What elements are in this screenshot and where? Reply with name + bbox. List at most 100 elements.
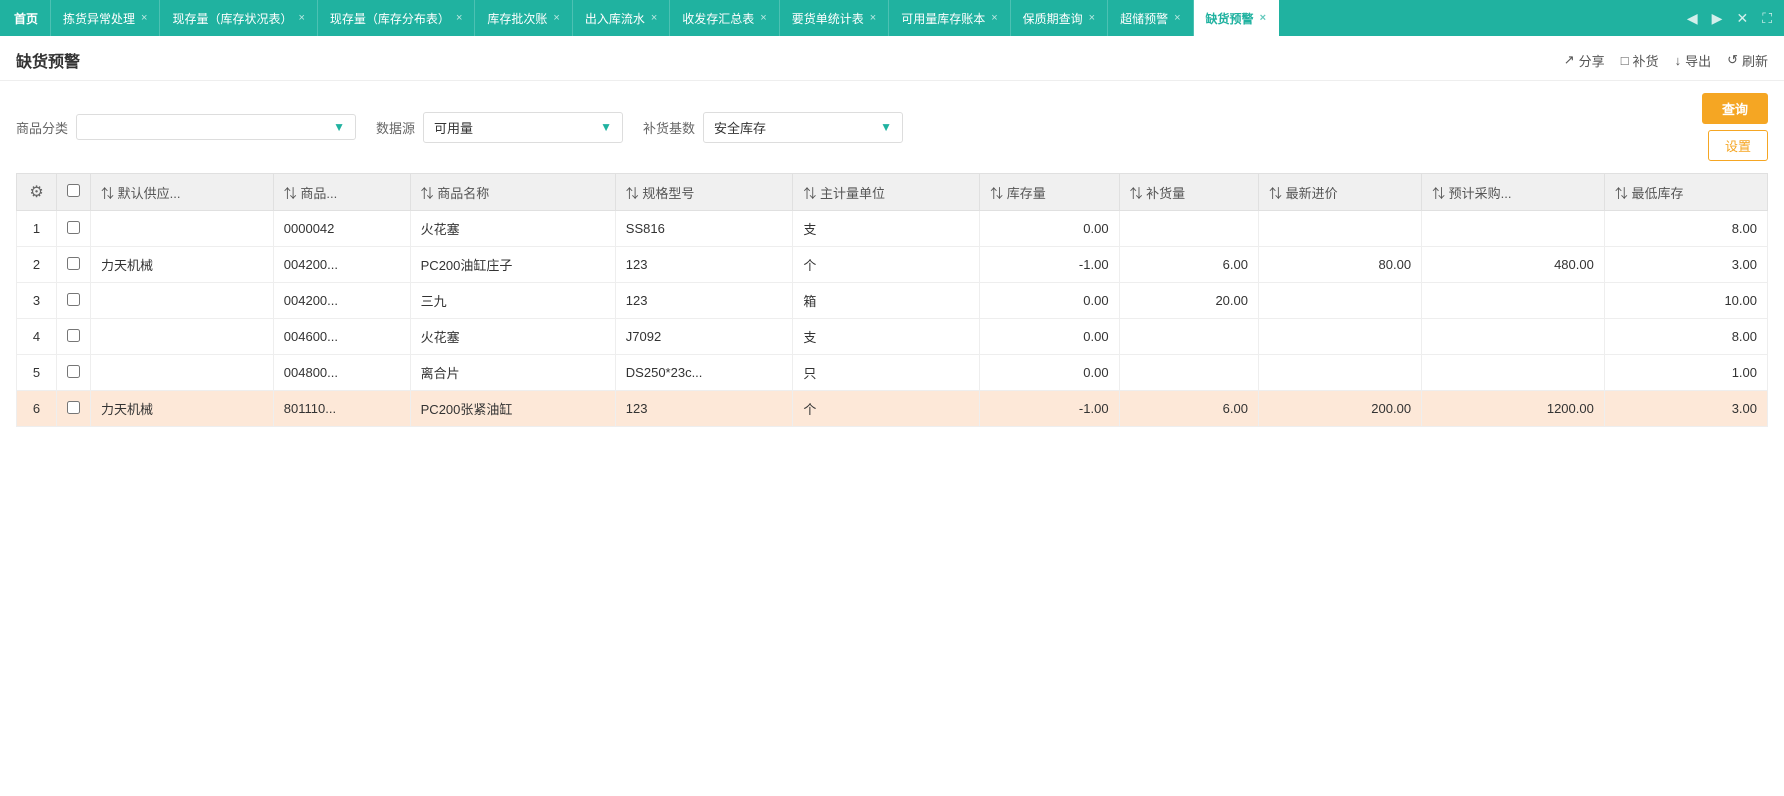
th-goods-name-label: ⇅ 商品名称 <box>421 186 490 201</box>
datasource-filter-group: 数据源 可用量 ▼ <box>376 112 623 143</box>
cell-goods-code-5: 004800... <box>273 355 410 391</box>
cell-spec-6: 123 <box>615 391 793 427</box>
table-row: 2 力天机械 004200... PC200油缸庄子 123 个 -1.00 6… <box>17 247 1768 283</box>
th-replenish: ⇅ 补货量 <box>1119 174 1258 211</box>
tab-close-collect[interactable]: × <box>760 12 766 24</box>
tab-close-expiry[interactable]: × <box>1089 12 1095 24</box>
row-num-4: 4 <box>17 319 57 355</box>
tab-collect[interactable]: 收发存汇总表 × <box>670 0 779 36</box>
row-checkbox-cell-6 <box>57 391 91 427</box>
th-est-purchase: ⇅ 预计采购... <box>1422 174 1605 211</box>
cell-goods-code-3: 004200... <box>273 283 410 319</box>
cell-min-stock-6: 3.00 <box>1604 391 1767 427</box>
row-checkbox-cell-2 <box>57 247 91 283</box>
column-settings-icon[interactable]: ⚙ <box>29 184 43 201</box>
tab-close-order-stat[interactable]: × <box>870 12 876 24</box>
cell-replenish-2: 6.00 <box>1119 247 1258 283</box>
tab-expiry[interactable]: 保质期查询 × <box>1011 0 1108 36</box>
tab-shortage[interactable]: 缺货预警 × <box>1194 0 1279 36</box>
cell-unit-3: 箱 <box>793 283 980 319</box>
share-icon: ↗ <box>1564 52 1575 68</box>
row-checkbox-3[interactable] <box>67 293 80 306</box>
cell-est-purchase-3 <box>1422 283 1605 319</box>
share-button[interactable]: ↗ 分享 <box>1564 51 1605 70</box>
table-row: 4 004600... 火花塞 J7092 支 0.00 8.00 <box>17 319 1768 355</box>
tab-available[interactable]: 可用量库存账本 × <box>889 0 1010 36</box>
tab-close-stock-status[interactable]: × <box>298 12 304 24</box>
cell-supplier-1 <box>91 211 274 247</box>
cell-goods-name-5: 离合片 <box>410 355 615 391</box>
row-num-2: 2 <box>17 247 57 283</box>
row-checkbox-cell-1 <box>57 211 91 247</box>
cell-goods-code-1: 0000042 <box>273 211 410 247</box>
page-header: 缺货预警 ↗ 分享 □ 补货 ↓ 导出 ↺ 刷新 <box>0 36 1784 81</box>
tab-stock-dist[interactable]: 现存量（库存分布表） × <box>318 0 475 36</box>
replenish-icon: □ <box>1621 53 1629 68</box>
tab-overstock[interactable]: 超储预警 × <box>1108 0 1193 36</box>
th-latest-price-label: ⇅ 最新进价 <box>1269 186 1338 201</box>
tab-prev-button[interactable]: ◀ <box>1681 6 1704 31</box>
tab-close-overstock[interactable]: × <box>1174 12 1180 24</box>
th-latest-price: ⇅ 最新进价 <box>1258 174 1421 211</box>
cell-spec-1: SS816 <box>615 211 793 247</box>
table-row: 5 004800... 离合片 DS250*23c... 只 0.00 1.00 <box>17 355 1768 391</box>
th-goods-code-label: ⇅ 商品... <box>284 186 337 201</box>
refresh-icon: ↺ <box>1727 52 1738 68</box>
tab-close-available[interactable]: × <box>991 12 997 24</box>
datasource-select[interactable]: 可用量 ▼ <box>423 112 623 143</box>
tab-order-stat[interactable]: 要货单统计表 × <box>780 0 889 36</box>
tab-batch[interactable]: 库存批次账 × <box>475 0 572 36</box>
select-all-checkbox[interactable] <box>67 184 80 197</box>
tab-close-inout[interactable]: × <box>651 12 657 24</box>
tab-home[interactable]: 首页 <box>2 0 51 36</box>
datasource-label: 数据源 <box>376 118 415 137</box>
cell-min-stock-1: 8.00 <box>1604 211 1767 247</box>
refresh-button[interactable]: ↺ 刷新 <box>1727 51 1768 70</box>
th-stock: ⇅ 库存量 <box>980 174 1119 211</box>
category-label: 商品分类 <box>16 118 68 137</box>
cell-stock-2: -1.00 <box>980 247 1119 283</box>
header-actions: ↗ 分享 □ 补货 ↓ 导出 ↺ 刷新 <box>1564 51 1768 70</box>
tab-close-shortage[interactable]: × <box>1260 12 1266 24</box>
page-container: 缺货预警 ↗ 分享 □ 补货 ↓ 导出 ↺ 刷新 商品分类 <box>0 36 1784 796</box>
replenish-base-filter-group: 补货基数 安全库存 ▼ <box>643 112 903 143</box>
tab-close-exception[interactable]: × <box>141 12 147 24</box>
row-num-1: 1 <box>17 211 57 247</box>
tab-stock-status[interactable]: 现存量（库存状况表） × <box>160 0 317 36</box>
tab-next-button[interactable]: ▶ <box>1706 6 1729 31</box>
row-checkbox-2[interactable] <box>67 257 80 270</box>
export-button[interactable]: ↓ 导出 <box>1675 51 1712 70</box>
settings-button[interactable]: 设置 <box>1708 130 1768 161</box>
replenish-base-select[interactable]: 安全库存 ▼ <box>703 112 903 143</box>
tab-close-stock-dist[interactable]: × <box>456 12 462 24</box>
row-num-6: 6 <box>17 391 57 427</box>
category-chevron-icon: ▼ <box>333 120 345 134</box>
category-select[interactable]: ▼ <box>76 114 356 140</box>
row-checkbox-1[interactable] <box>67 221 80 234</box>
th-min-stock-label: ⇅ 最低库存 <box>1615 186 1684 201</box>
cell-supplier-5 <box>91 355 274 391</box>
row-checkbox-5[interactable] <box>67 365 80 378</box>
cell-spec-2: 123 <box>615 247 793 283</box>
tab-exception[interactable]: 拣货异常处理 × <box>51 0 160 36</box>
cell-min-stock-2: 3.00 <box>1604 247 1767 283</box>
row-checkbox-6[interactable] <box>67 401 80 414</box>
cell-latest-price-2: 80.00 <box>1258 247 1421 283</box>
cell-supplier-4 <box>91 319 274 355</box>
query-button[interactable]: 查询 <box>1702 93 1768 124</box>
cell-replenish-4 <box>1119 319 1258 355</box>
cell-unit-2: 个 <box>793 247 980 283</box>
replenish-button[interactable]: □ 补货 <box>1621 51 1659 70</box>
cell-latest-price-3 <box>1258 283 1421 319</box>
export-icon: ↓ <box>1675 53 1682 68</box>
tab-close-all-button[interactable]: ✕ <box>1730 6 1754 31</box>
tab-inout[interactable]: 出入库流水 × <box>573 0 670 36</box>
cell-stock-4: 0.00 <box>980 319 1119 355</box>
tab-fullscreen-button[interactable]: ⛶ <box>1756 6 1778 31</box>
tab-close-batch[interactable]: × <box>553 12 559 24</box>
cell-replenish-5 <box>1119 355 1258 391</box>
row-checkbox-4[interactable] <box>67 329 80 342</box>
table-row: 6 力天机械 801110... PC200张紧油缸 123 个 -1.00 6… <box>17 391 1768 427</box>
cell-stock-1: 0.00 <box>980 211 1119 247</box>
cell-replenish-3: 20.00 <box>1119 283 1258 319</box>
